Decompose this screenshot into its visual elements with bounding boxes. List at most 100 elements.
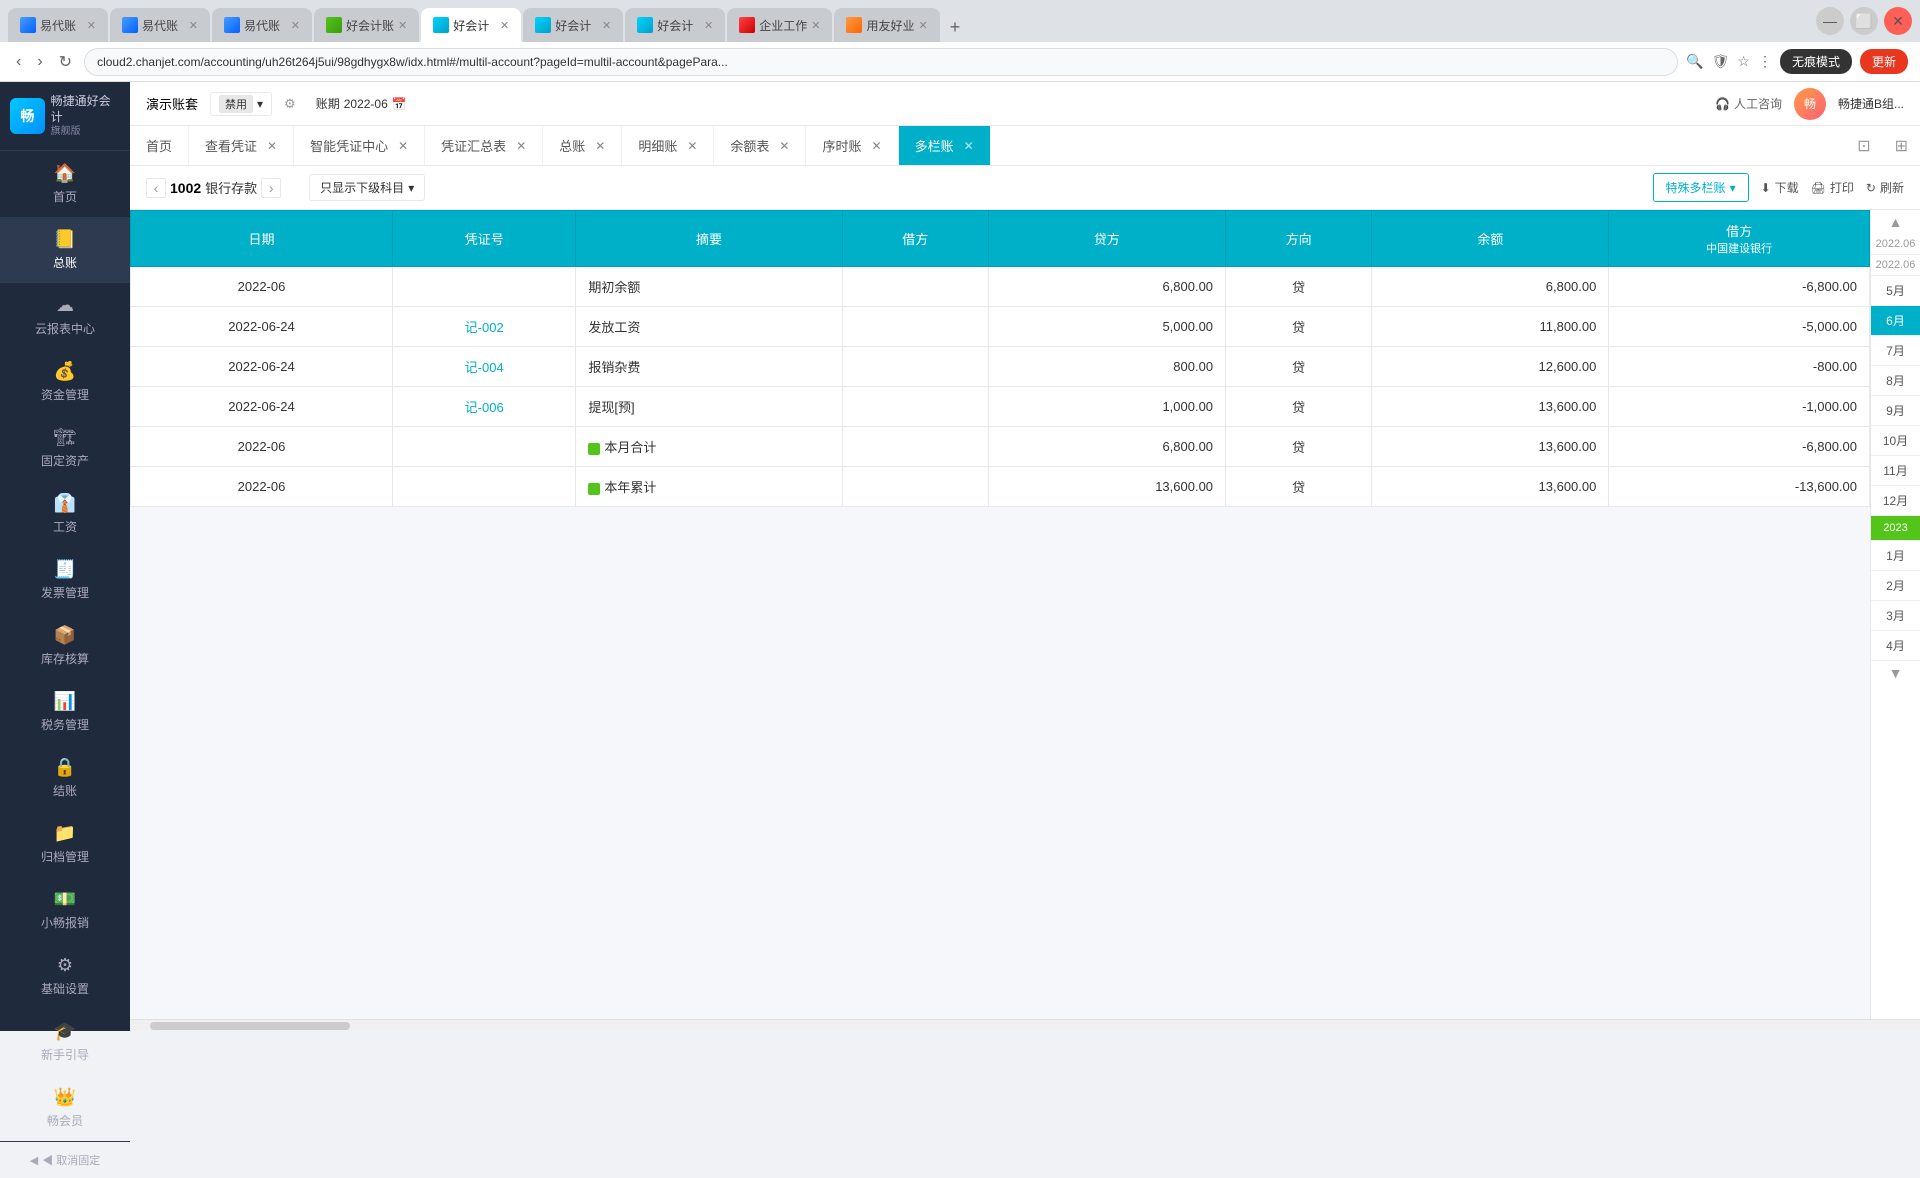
filter-dropdown[interactable]: 只显示下级科目 ▾ bbox=[309, 174, 425, 201]
sidebar-item-close[interactable]: 🔒 结账 bbox=[0, 745, 130, 811]
calendar-month-feb[interactable]: 2月 bbox=[1871, 571, 1920, 601]
sidebar-item-ledger[interactable]: 📒 总账 bbox=[0, 217, 130, 283]
close-button[interactable]: ✕ bbox=[1884, 7, 1912, 35]
tab-general-ledger[interactable]: 总账 ✕ bbox=[543, 126, 622, 166]
sidebar-item-home[interactable]: 🏠 首页 bbox=[0, 151, 130, 217]
browser-tab-5[interactable]: 好会计 ✕ bbox=[421, 8, 521, 42]
calendar-month-dec[interactable]: 12月 bbox=[1871, 486, 1920, 516]
sidebar-item-guide[interactable]: 🎓 新手引导 bbox=[0, 1009, 130, 1075]
tab-general-ledger-close[interactable]: ✕ bbox=[595, 139, 605, 153]
tab-multicolumn-close[interactable]: ✕ bbox=[964, 139, 974, 153]
sidebar-item-inventory[interactable]: 📦 库存核算 bbox=[0, 613, 130, 679]
tab-detail-ledger-close[interactable]: ✕ bbox=[687, 139, 697, 153]
back-button[interactable]: ‹ bbox=[12, 49, 25, 75]
tab-detail-ledger[interactable]: 明细账 ✕ bbox=[622, 126, 714, 166]
print-button[interactable]: 🖨 打印 bbox=[1811, 179, 1854, 196]
calendar-month-sep[interactable]: 9月 bbox=[1871, 396, 1920, 426]
sidebar-item-payroll[interactable]: 👔 工资 bbox=[0, 481, 130, 547]
tag-selector[interactable]: 禁用 ▾ bbox=[210, 92, 272, 116]
calendar-month-aug[interactable]: 8月 bbox=[1871, 366, 1920, 396]
consult-button[interactable]: 🎧 人工咨询 bbox=[1715, 95, 1782, 112]
tab-balance-close[interactable]: ✕ bbox=[779, 139, 789, 153]
scroll-thumb[interactable] bbox=[150, 1022, 350, 1030]
url-input[interactable] bbox=[84, 48, 1678, 76]
sidebar-item-expense[interactable]: 💵 小畅报销 bbox=[0, 877, 130, 943]
tab-close-4[interactable]: ✕ bbox=[398, 19, 407, 32]
settings-gear-icon[interactable]: ⚙ bbox=[284, 96, 296, 112]
sidebar-item-report[interactable]: ☁ 云报表中心 bbox=[0, 283, 130, 349]
voucher-link-4[interactable]: 记-006 bbox=[465, 400, 504, 415]
browser-tab-9[interactable]: 用友好业 ✕ bbox=[834, 8, 939, 42]
tab-close-7[interactable]: ✕ bbox=[704, 19, 713, 32]
cell-voucher-4[interactable]: 记-006 bbox=[393, 387, 576, 427]
table-scroll[interactable]: 日期 凭证号 摘要 借方 贷方 方向 余额 借方 中国建设银行 bbox=[130, 210, 1870, 1019]
tab-view-voucher-close[interactable]: ✕ bbox=[267, 139, 277, 153]
expand-panel-button[interactable]: ⊞ bbox=[1883, 126, 1920, 166]
calendar-scroll-down[interactable]: ▼ bbox=[1871, 661, 1920, 685]
calendar-month-may[interactable]: 5月 bbox=[1871, 276, 1920, 306]
tab-close-2[interactable]: ✕ bbox=[189, 19, 198, 32]
calendar-scroll-up[interactable]: ▲ bbox=[1871, 210, 1920, 234]
browser-tab-8[interactable]: 企业工作 ✕ bbox=[727, 8, 832, 42]
new-tab-button[interactable]: + bbox=[942, 13, 969, 42]
tab-smart-voucher[interactable]: 智能凭证中心 ✕ bbox=[294, 126, 425, 166]
special-multicolumn-button[interactable]: 特殊多栏账 ▾ bbox=[1653, 173, 1749, 202]
prev-account-button[interactable]: ‹ bbox=[146, 178, 166, 198]
calendar-month-apr[interactable]: 4月 bbox=[1871, 631, 1920, 661]
sidebar-item-tax[interactable]: 📊 税务管理 bbox=[0, 679, 130, 745]
cell-voucher-3[interactable]: 记-004 bbox=[393, 347, 576, 387]
download-button[interactable]: ⬇ 下载 bbox=[1761, 179, 1799, 196]
star-icon[interactable]: ☆ bbox=[1737, 53, 1750, 70]
browser-tab-2[interactable]: 易代账 ✕ bbox=[110, 8, 210, 42]
unpin-button[interactable]: ◀ ◀ 取消固定 bbox=[0, 1142, 130, 1178]
tab-multicolumn[interactable]: 多栏账 ✕ bbox=[899, 126, 991, 166]
tab-close-1[interactable]: ✕ bbox=[87, 19, 96, 32]
browser-tab-4[interactable]: 好会计账 ✕ bbox=[314, 8, 419, 42]
calendar-month-jul[interactable]: 7月 bbox=[1871, 336, 1920, 366]
voucher-link-3[interactable]: 记-004 bbox=[465, 360, 504, 375]
sidebar-item-archive[interactable]: 📁 归档管理 bbox=[0, 811, 130, 877]
collapse-panel-button[interactable]: ⊡ bbox=[1845, 126, 1882, 166]
maximize-button[interactable]: ⬜ bbox=[1850, 7, 1878, 35]
refresh-button[interactable]: ↻ 刷新 bbox=[1866, 179, 1904, 196]
wuhen-button[interactable]: 无痕模式 bbox=[1780, 49, 1852, 74]
tab-close-9[interactable]: ✕ bbox=[918, 19, 927, 32]
calendar-month-oct[interactable]: 10月 bbox=[1871, 426, 1920, 456]
tab-home[interactable]: 首页 bbox=[130, 126, 189, 166]
tab-view-voucher[interactable]: 查看凭证 ✕ bbox=[189, 126, 294, 166]
browser-tab-3[interactable]: 易代账 ✕ bbox=[212, 8, 312, 42]
calendar-icon[interactable]: 📅 bbox=[392, 97, 407, 111]
sidebar-item-settings[interactable]: ⚙ 基础设置 bbox=[0, 943, 130, 1009]
tab-close-8[interactable]: ✕ bbox=[811, 19, 820, 32]
update-button[interactable]: 更新 bbox=[1860, 49, 1908, 74]
sidebar-item-invoice[interactable]: 🧾 发票管理 bbox=[0, 547, 130, 613]
refresh-nav-button[interactable]: ↻ bbox=[55, 48, 76, 76]
tab-close-6[interactable]: ✕ bbox=[602, 19, 611, 32]
browser-tab-6[interactable]: 好会计 ✕ bbox=[523, 8, 623, 42]
tab-voucher-summary[interactable]: 凭证汇总表 ✕ bbox=[425, 126, 543, 166]
sidebar-item-member[interactable]: 👑 畅会员 bbox=[0, 1075, 130, 1141]
tab-close-3[interactable]: ✕ bbox=[291, 19, 300, 32]
sidebar-item-fund[interactable]: 💰 资金管理 bbox=[0, 349, 130, 415]
tab-balance[interactable]: 余额表 ✕ bbox=[714, 126, 806, 166]
minimize-button[interactable]: — bbox=[1816, 7, 1844, 35]
next-account-button[interactable]: › bbox=[261, 178, 281, 198]
tab-smart-voucher-close[interactable]: ✕ bbox=[398, 139, 408, 153]
voucher-link-2[interactable]: 记-002 bbox=[465, 320, 504, 335]
bottom-scrollbar[interactable] bbox=[130, 1019, 1920, 1031]
sidebar-item-fixed-assets[interactable]: 🏗 固定资产 bbox=[0, 415, 130, 481]
cell-voucher-2[interactable]: 记-002 bbox=[393, 307, 576, 347]
tab-voucher-summary-close[interactable]: ✕ bbox=[516, 139, 526, 153]
calendar-month-jan[interactable]: 1月 bbox=[1871, 541, 1920, 571]
browser-tab-7[interactable]: 好会计 ✕ bbox=[625, 8, 725, 42]
tab-close-5[interactable]: ✕ bbox=[500, 19, 509, 32]
browser-menu-icon[interactable]: ⋮ bbox=[1758, 53, 1772, 70]
tab-sequence-close[interactable]: ✕ bbox=[872, 139, 882, 153]
calendar-month-jun[interactable]: 6月 bbox=[1871, 306, 1920, 336]
browser-tab-1[interactable]: 易代账 ✕ bbox=[8, 8, 108, 42]
tab-sequence[interactable]: 序时账 ✕ bbox=[806, 126, 898, 166]
forward-button[interactable]: › bbox=[33, 49, 46, 75]
search-icon[interactable]: 🔍 bbox=[1686, 53, 1703, 70]
calendar-month-mar[interactable]: 3月 bbox=[1871, 601, 1920, 631]
calendar-month-nov[interactable]: 11月 bbox=[1871, 456, 1920, 486]
